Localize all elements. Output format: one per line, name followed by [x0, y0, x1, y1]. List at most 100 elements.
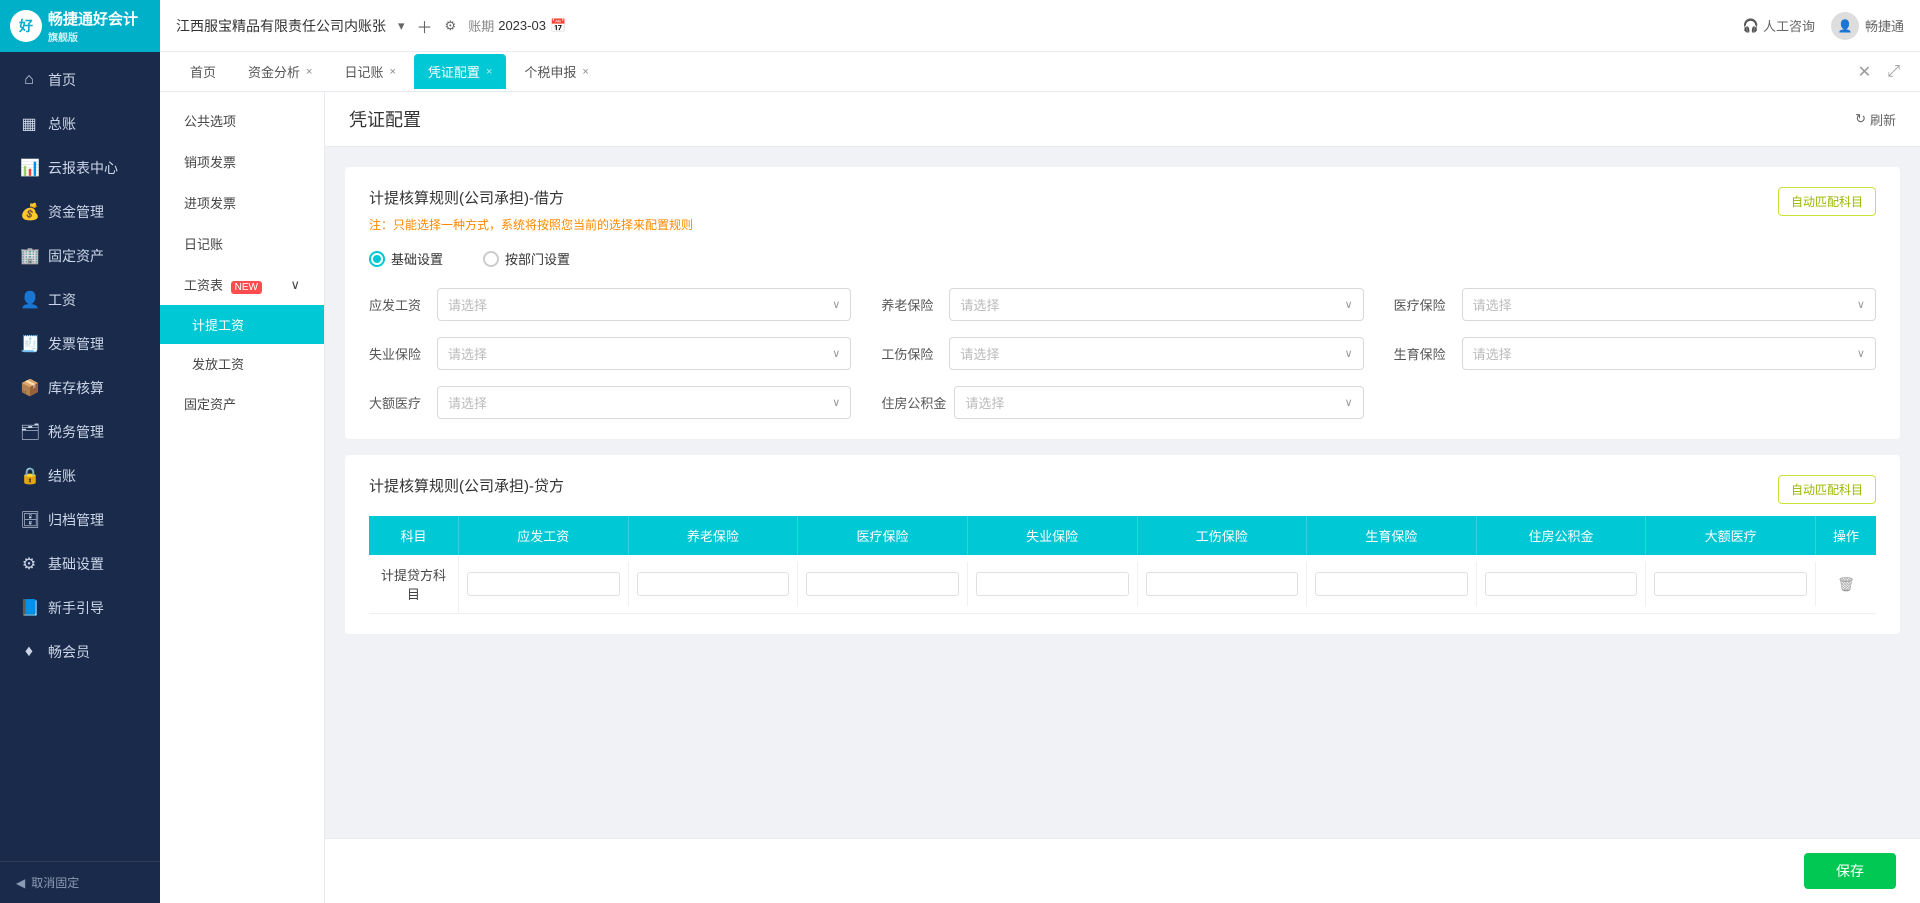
tab-fund-analysis[interactable]: 资金分析 × — [234, 54, 326, 89]
save-button[interactable]: 保存 — [1804, 853, 1896, 889]
sidebar-item-label: 税务管理 — [48, 422, 104, 442]
auto-match-debit-button[interactable]: 自动匹配科目 — [1778, 187, 1876, 216]
tab-close-icon[interactable]: × — [582, 66, 588, 78]
td-medical-input — [798, 562, 968, 606]
sidebar-item-label: 畅会员 — [48, 642, 90, 662]
credit-section: 计提核算规则(公司承担)-贷方 自动匹配科目 科目 应发工资 养老保险 医疗保险… — [345, 455, 1900, 634]
sidebar-item-inventory[interactable]: 📦 库存核算 — [0, 366, 160, 410]
table-header: 科目 应发工资 养老保险 医疗保险 失业保险 工伤保险 生育保险 住房公积金 大… — [369, 516, 1876, 555]
input-housing[interactable] — [1485, 572, 1638, 596]
nav-sales-invoice[interactable]: 销项发票 — [160, 141, 324, 182]
sidebar-item-salary[interactable]: 👤 工资 — [0, 278, 160, 322]
debit-section-title: 计提核算规则(公司承担)-借方 — [369, 187, 1876, 208]
nav-public-options[interactable]: 公共选项 — [160, 100, 324, 141]
field-select-injury[interactable]: 请选择 ∨ — [949, 337, 1363, 370]
tab-close-icon[interactable]: × — [486, 66, 492, 78]
add-tab-button[interactable]: ＋ — [417, 14, 433, 38]
sidebar-item-home[interactable]: ⌂ 首页 — [0, 58, 160, 102]
tab-close-icon[interactable]: × — [389, 66, 395, 78]
sidebar-item-guide[interactable]: 📘 新手引导 — [0, 586, 160, 630]
input-maternity[interactable] — [1315, 572, 1468, 596]
sidebar-item-label: 基础设置 — [48, 554, 104, 574]
nav-journal[interactable]: 日记账 — [160, 223, 324, 264]
refresh-button[interactable]: ↻ 刷新 — [1855, 110, 1896, 129]
fields-row-2: 失业保险 请选择 ∨ 工伤保险 请选择 ∨ — [369, 337, 1876, 370]
field-label-medical: 医疗保险 — [1394, 295, 1454, 314]
field-select-unemployment[interactable]: 请选择 ∨ — [437, 337, 851, 370]
tab-journal[interactable]: 日记账 × — [330, 54, 409, 89]
nav-payroll-accrual[interactable]: 计提工资 — [160, 305, 324, 344]
td-row-label: 计提贷方科目 — [369, 555, 459, 613]
tab-home[interactable]: 首页 — [176, 54, 230, 89]
field-wage: 应发工资 请选择 ∨ — [369, 288, 851, 321]
tab-actions: ✕ ⤢ — [1854, 58, 1904, 86]
field-select-medical[interactable]: 请选择 ∨ — [1462, 288, 1876, 321]
input-unemployment[interactable] — [976, 572, 1129, 596]
chevron-down-icon: ∨ — [832, 396, 840, 409]
expand-tab-icon[interactable]: ⤢ — [1883, 59, 1904, 85]
tab-close-icon[interactable]: × — [306, 66, 312, 78]
field-select-large-medical[interactable]: 请选择 ∨ — [437, 386, 851, 419]
input-medical[interactable] — [806, 572, 959, 596]
sidebar-item-closing[interactable]: 🔒 结账 — [0, 454, 160, 498]
input-pension[interactable] — [637, 572, 790, 596]
logo-icon: 好 — [10, 10, 42, 42]
radio-dept[interactable]: 按部门设置 — [483, 249, 570, 268]
td-housing-input — [1477, 562, 1647, 606]
field-select-pension[interactable]: 请选择 ∨ — [949, 288, 1363, 321]
th-injury: 工伤保险 — [1138, 516, 1308, 555]
sidebar-item-archive[interactable]: 🗄 归档管理 — [0, 498, 160, 542]
invoice-icon: 🧾 — [20, 334, 38, 354]
page-footer: 保存 — [325, 838, 1920, 903]
nav-purchase-invoice[interactable]: 进项发票 — [160, 182, 324, 223]
sidebar-item-label: 工资 — [48, 290, 76, 310]
sidebar-item-invoice[interactable]: 🧾 发票管理 — [0, 322, 160, 366]
sidebar-item-label: 云报表中心 — [48, 158, 118, 178]
nav-payroll-distribute[interactable]: 发放工资 — [160, 344, 324, 383]
th-wage: 应发工资 — [459, 516, 629, 555]
input-large-medical[interactable] — [1654, 572, 1807, 596]
sidebar-item-settings[interactable]: ⚙ 基础设置 — [0, 542, 160, 586]
user-menu[interactable]: 👤 畅捷通 — [1831, 12, 1904, 40]
radio-basic-circle — [369, 251, 385, 267]
sidebar-item-label: 总账 — [48, 114, 76, 134]
td-wage-input — [459, 562, 629, 606]
customer-service-button[interactable]: 🎧 人工咨询 — [1743, 16, 1815, 35]
page-title: 凭证配置 — [349, 106, 421, 132]
sidebar-item-funds[interactable]: 💰 资金管理 — [0, 190, 160, 234]
sidebar-item-vip[interactable]: ♦ 畅会员 — [0, 630, 160, 674]
field-medical: 医疗保险 请选择 ∨ — [1394, 288, 1876, 321]
close-tab-icon[interactable]: ✕ — [1854, 58, 1875, 86]
input-injury[interactable] — [1146, 572, 1299, 596]
tab-tax-report[interactable]: 个税申报 × — [510, 54, 602, 89]
sidebar-item-reports[interactable]: 📊 云报表中心 — [0, 146, 160, 190]
tab-voucher-config[interactable]: 凭证配置 × — [414, 54, 506, 89]
delete-row-icon[interactable]: 🗑 — [1837, 576, 1855, 592]
sidebar: 好 畅捷通好会计 旗舰版 ⌂ 首页 ▦ 总账 📊 云报表中心 💰 资金管理 🏢 … — [0, 0, 160, 903]
headset-icon: 🎧 — [1743, 18, 1759, 34]
nav-payroll-table[interactable]: 工资表 NEW ∨ — [160, 264, 324, 305]
field-select-maternity[interactable]: 请选择 ∨ — [1462, 337, 1876, 370]
sidebar-item-label: 新手引导 — [48, 598, 104, 618]
closing-icon: 🔒 — [20, 466, 38, 486]
sidebar-item-tax[interactable]: 🗂 税务管理 — [0, 410, 160, 454]
sidebar-item-ledger[interactable]: ▦ 总账 — [0, 102, 160, 146]
field-select-wage[interactable]: 请选择 ∨ — [437, 288, 851, 321]
sidebar-item-assets[interactable]: 🏢 固定资产 — [0, 234, 160, 278]
funds-icon: 💰 — [20, 202, 38, 222]
field-label-pension: 养老保险 — [881, 295, 941, 314]
field-select-housing-fund[interactable]: 请选择 ∨ — [954, 386, 1363, 419]
radio-basic[interactable]: 基础设置 — [369, 249, 443, 268]
refresh-label: 刷新 — [1870, 110, 1896, 129]
field-label-maternity: 生育保险 — [1394, 344, 1454, 363]
input-wage[interactable] — [467, 572, 620, 596]
auto-match-credit-button[interactable]: 自动匹配科目 — [1778, 475, 1876, 504]
th-large-medical: 大额医疗 — [1646, 516, 1816, 555]
sidebar-unpin[interactable]: ◀ 取消固定 — [0, 861, 160, 903]
nav-fixed-assets[interactable]: 固定资产 — [160, 383, 324, 424]
calendar-icon[interactable]: 📅 — [550, 18, 566, 34]
company-dropdown-icon[interactable]: ▾ — [398, 18, 405, 34]
settings-gear-icon[interactable]: ⚙ — [445, 18, 457, 34]
service-label: 人工咨询 — [1763, 16, 1815, 35]
assets-icon: 🏢 — [20, 246, 38, 266]
